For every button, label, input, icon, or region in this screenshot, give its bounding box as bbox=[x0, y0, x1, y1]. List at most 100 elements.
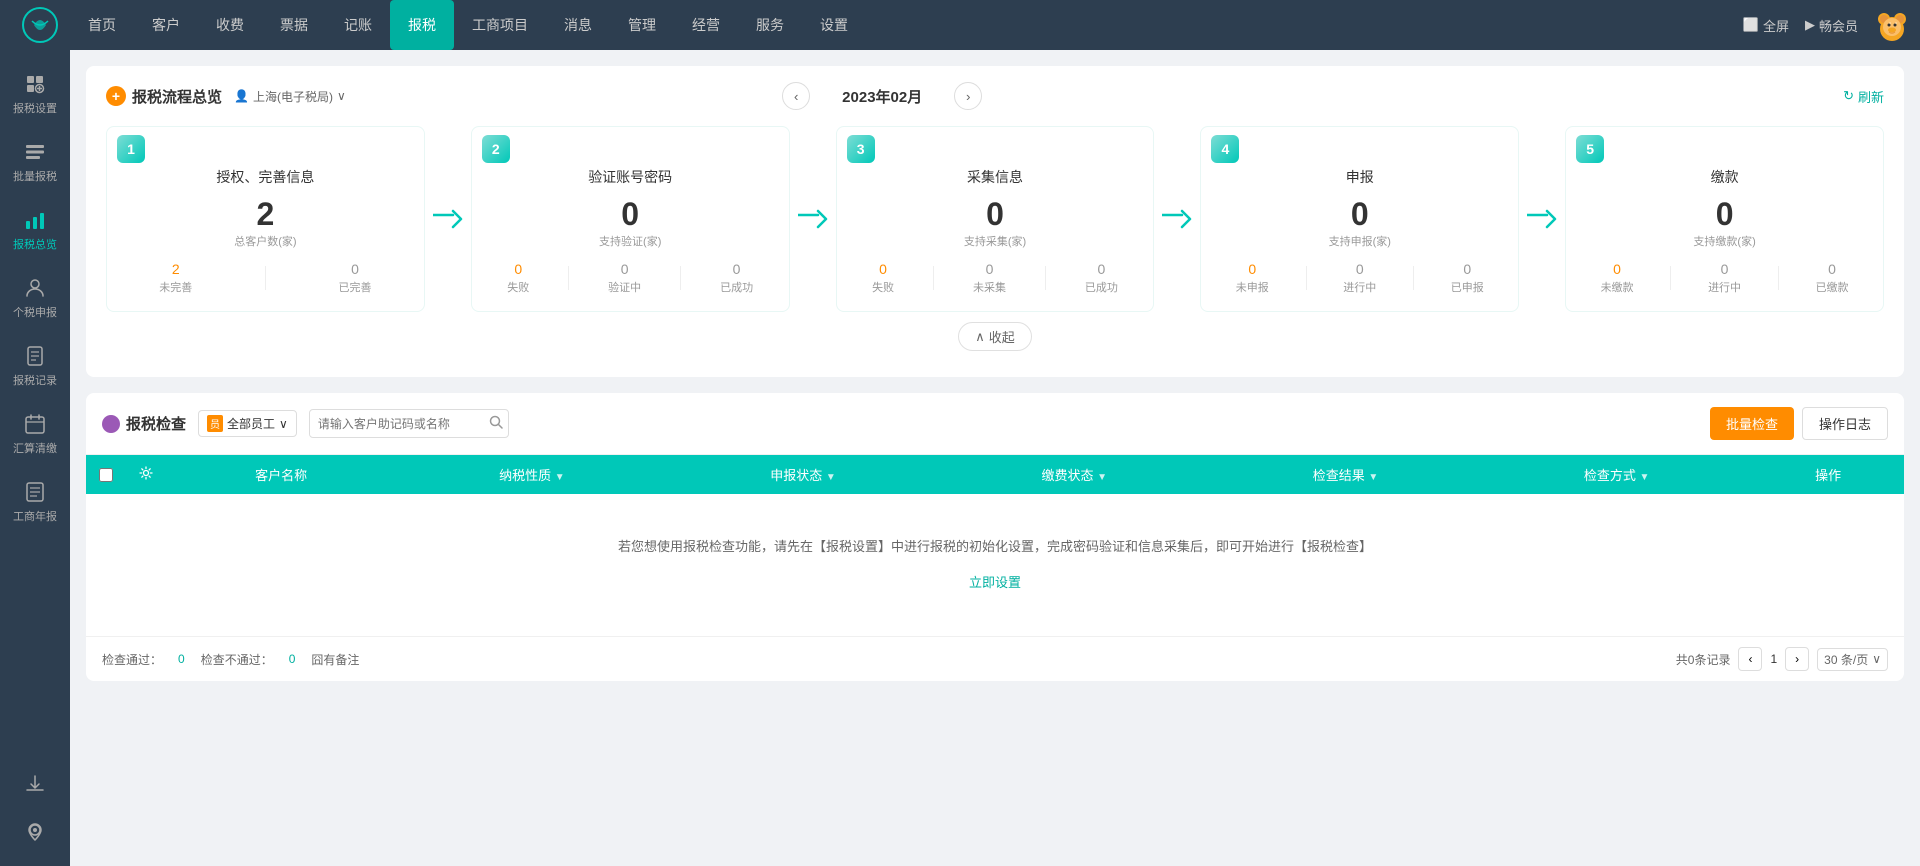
nav-fee[interactable]: 收费 bbox=[198, 0, 262, 50]
logo[interactable] bbox=[10, 7, 70, 43]
sidebar-item-tax-records[interactable]: 报税记录 bbox=[0, 332, 70, 400]
step-5-stat-paid[interactable]: 0 已缴款 bbox=[1816, 261, 1849, 295]
location-person-icon: 👤 bbox=[234, 89, 249, 103]
sidebar-item-batch-tax[interactable]: 批量报税 bbox=[0, 128, 70, 196]
next-month-button[interactable]: › bbox=[954, 82, 982, 110]
step-1-stats: 2 未完善 0 已完善 bbox=[123, 261, 408, 295]
arrow-3-4 bbox=[1154, 207, 1200, 231]
operation-log-button[interactable]: 操作日志 bbox=[1802, 407, 1888, 440]
col-check-result: 检查结果 ▼ bbox=[1210, 455, 1481, 494]
batch-check-button[interactable]: 批量检查 bbox=[1710, 407, 1794, 440]
step-2-stat-verifying[interactable]: 0 验证中 bbox=[608, 261, 641, 295]
step-2-badge: 2 bbox=[482, 135, 510, 163]
chevron-up-icon: ∧ bbox=[975, 329, 985, 345]
step-4-card: 4 申报 0 支持申报(家) 0 未申报 0 进行中 bbox=[1200, 126, 1519, 312]
member-button[interactable]: ▶ 畅会员 bbox=[1805, 16, 1858, 35]
top-navigation: 首页 客户 收费 票据 记账 报税 工商项目 消息 管理 经营 服务 设置 ⬜ … bbox=[0, 0, 1920, 50]
step-3-badge: 3 bbox=[847, 135, 875, 163]
purple-circle-icon bbox=[102, 415, 120, 433]
filter-icon[interactable]: ▼ bbox=[1640, 472, 1650, 483]
fullscreen-button[interactable]: ⬜ 全屏 bbox=[1743, 16, 1789, 35]
filter-icon[interactable]: ▼ bbox=[1097, 472, 1107, 483]
nav-message[interactable]: 消息 bbox=[546, 0, 610, 50]
personal-tax-icon bbox=[23, 276, 47, 300]
col-tax-nature: 纳税性质 ▼ bbox=[396, 455, 667, 494]
step-3-card: 3 采集信息 0 支持采集(家) 0 失败 0 未采集 bbox=[836, 126, 1155, 312]
tax-check-table: 客户名称 纳税性质 ▼ 申报状态 ▼ bbox=[86, 455, 1904, 636]
nav-management[interactable]: 管理 bbox=[610, 0, 674, 50]
step-3-stat-uncollected[interactable]: 0 未采集 bbox=[973, 261, 1006, 295]
pass-count-link[interactable]: 0 bbox=[178, 652, 185, 666]
step-2-stats: 0 失败 0 验证中 0 已成功 bbox=[488, 261, 773, 295]
step-4-stat-unreported[interactable]: 0 未申报 bbox=[1236, 261, 1269, 295]
staff-filter-dropdown[interactable]: 员 全部员工 ∨ bbox=[198, 410, 297, 437]
search-button[interactable] bbox=[481, 410, 509, 437]
next-page-button[interactable]: › bbox=[1785, 647, 1809, 671]
filter-icon[interactable]: ▼ bbox=[1368, 472, 1378, 483]
location-icon bbox=[23, 820, 47, 844]
plus-icon: + bbox=[106, 86, 126, 106]
step-1-stat-complete[interactable]: 0 已完善 bbox=[338, 261, 371, 295]
nav-service[interactable]: 服务 bbox=[738, 0, 802, 50]
step-4-stats: 0 未申报 0 进行中 0 已申报 bbox=[1217, 261, 1502, 295]
nav-customer[interactable]: 客户 bbox=[134, 0, 198, 50]
header-actions: 批量检查 操作日志 bbox=[1710, 407, 1888, 440]
step-2-stat-success[interactable]: 0 已成功 bbox=[720, 261, 753, 295]
nav-accounting[interactable]: 记账 bbox=[326, 0, 390, 50]
collapse-button[interactable]: ∧ 收起 bbox=[958, 322, 1032, 351]
select-all-checkbox[interactable] bbox=[99, 468, 113, 482]
gear-icon[interactable] bbox=[138, 465, 154, 481]
filter-icon[interactable]: ▼ bbox=[555, 472, 565, 483]
divider bbox=[1045, 266, 1046, 290]
avatar[interactable] bbox=[1874, 7, 1910, 43]
nav-business[interactable]: 工商项目 bbox=[454, 0, 546, 50]
sidebar-item-tax-settings[interactable]: 报税设置 bbox=[0, 60, 70, 128]
tax-check-header: 报税检查 员 全部员工 ∨ bbox=[86, 393, 1904, 455]
refresh-button[interactable]: ↻ 刷新 bbox=[1843, 87, 1884, 106]
tax-records-icon bbox=[23, 344, 47, 368]
nav-operation[interactable]: 经营 bbox=[674, 0, 738, 50]
download-icon bbox=[23, 772, 47, 796]
col-payment-status: 缴费状态 ▼ bbox=[939, 455, 1210, 494]
logo-icon bbox=[22, 7, 58, 43]
tax-settings-icon bbox=[23, 72, 47, 96]
per-page-selector[interactable]: 30 条/页 ∨ bbox=[1817, 648, 1888, 671]
filter-icon[interactable]: ▼ bbox=[826, 472, 836, 483]
step-4-stat-reported[interactable]: 0 已申报 bbox=[1451, 261, 1484, 295]
setup-link[interactable]: 立即设置 bbox=[969, 575, 1021, 590]
first-page-button[interactable]: ‹ bbox=[1738, 647, 1762, 671]
nav-settings[interactable]: 设置 bbox=[802, 0, 866, 50]
step-1-card: 1 授权、完善信息 2 总客户数(家) 2 未完善 0 bbox=[106, 126, 425, 312]
dropdown-icon: ∨ bbox=[337, 89, 346, 103]
col-customer-name: 客户名称 bbox=[166, 455, 396, 494]
step-5-stat-unpaid[interactable]: 0 未缴款 bbox=[1601, 261, 1634, 295]
step-3-stat-success[interactable]: 0 已成功 bbox=[1085, 261, 1118, 295]
divider bbox=[680, 266, 681, 290]
step-4-stat-processing[interactable]: 0 进行中 bbox=[1343, 261, 1376, 295]
batch-tax-icon bbox=[23, 140, 47, 164]
sidebar: 报税设置 批量报税 bbox=[0, 50, 70, 866]
nav-invoice[interactable]: 票据 bbox=[262, 0, 326, 50]
fail-count-link[interactable]: 0 bbox=[289, 652, 296, 666]
table-container: 客户名称 纳税性质 ▼ 申报状态 ▼ bbox=[86, 455, 1904, 636]
search-input[interactable] bbox=[310, 412, 481, 436]
sidebar-item-annual-settlement[interactable]: 汇算清缴 bbox=[0, 400, 70, 468]
sidebar-item-location[interactable] bbox=[0, 808, 70, 856]
nav-tax[interactable]: 报税 bbox=[390, 0, 454, 50]
step-4-badge: 4 bbox=[1211, 135, 1239, 163]
divider bbox=[933, 266, 934, 290]
location-badge[interactable]: 👤 上海(电子税局) ∨ bbox=[234, 88, 346, 105]
sidebar-item-annual-report[interactable]: 工商年报 bbox=[0, 468, 70, 536]
step-5-stat-processing[interactable]: 0 进行中 bbox=[1708, 261, 1741, 295]
step-5-badge: 5 bbox=[1576, 135, 1604, 163]
play-icon: ▶ bbox=[1805, 17, 1815, 33]
sidebar-item-download[interactable] bbox=[0, 760, 70, 808]
nav-home[interactable]: 首页 bbox=[70, 0, 134, 50]
annual-settlement-icon bbox=[23, 412, 47, 436]
step-2-stat-fail[interactable]: 0 失败 bbox=[507, 261, 529, 295]
sidebar-item-tax-overview[interactable]: 报税总览 bbox=[0, 196, 70, 264]
sidebar-item-personal-tax[interactable]: 个税申报 bbox=[0, 264, 70, 332]
step-1-stat-incomplete[interactable]: 2 未完善 bbox=[159, 261, 192, 295]
step-3-stat-fail[interactable]: 0 失败 bbox=[872, 261, 894, 295]
prev-month-button[interactable]: ‹ bbox=[782, 82, 810, 110]
